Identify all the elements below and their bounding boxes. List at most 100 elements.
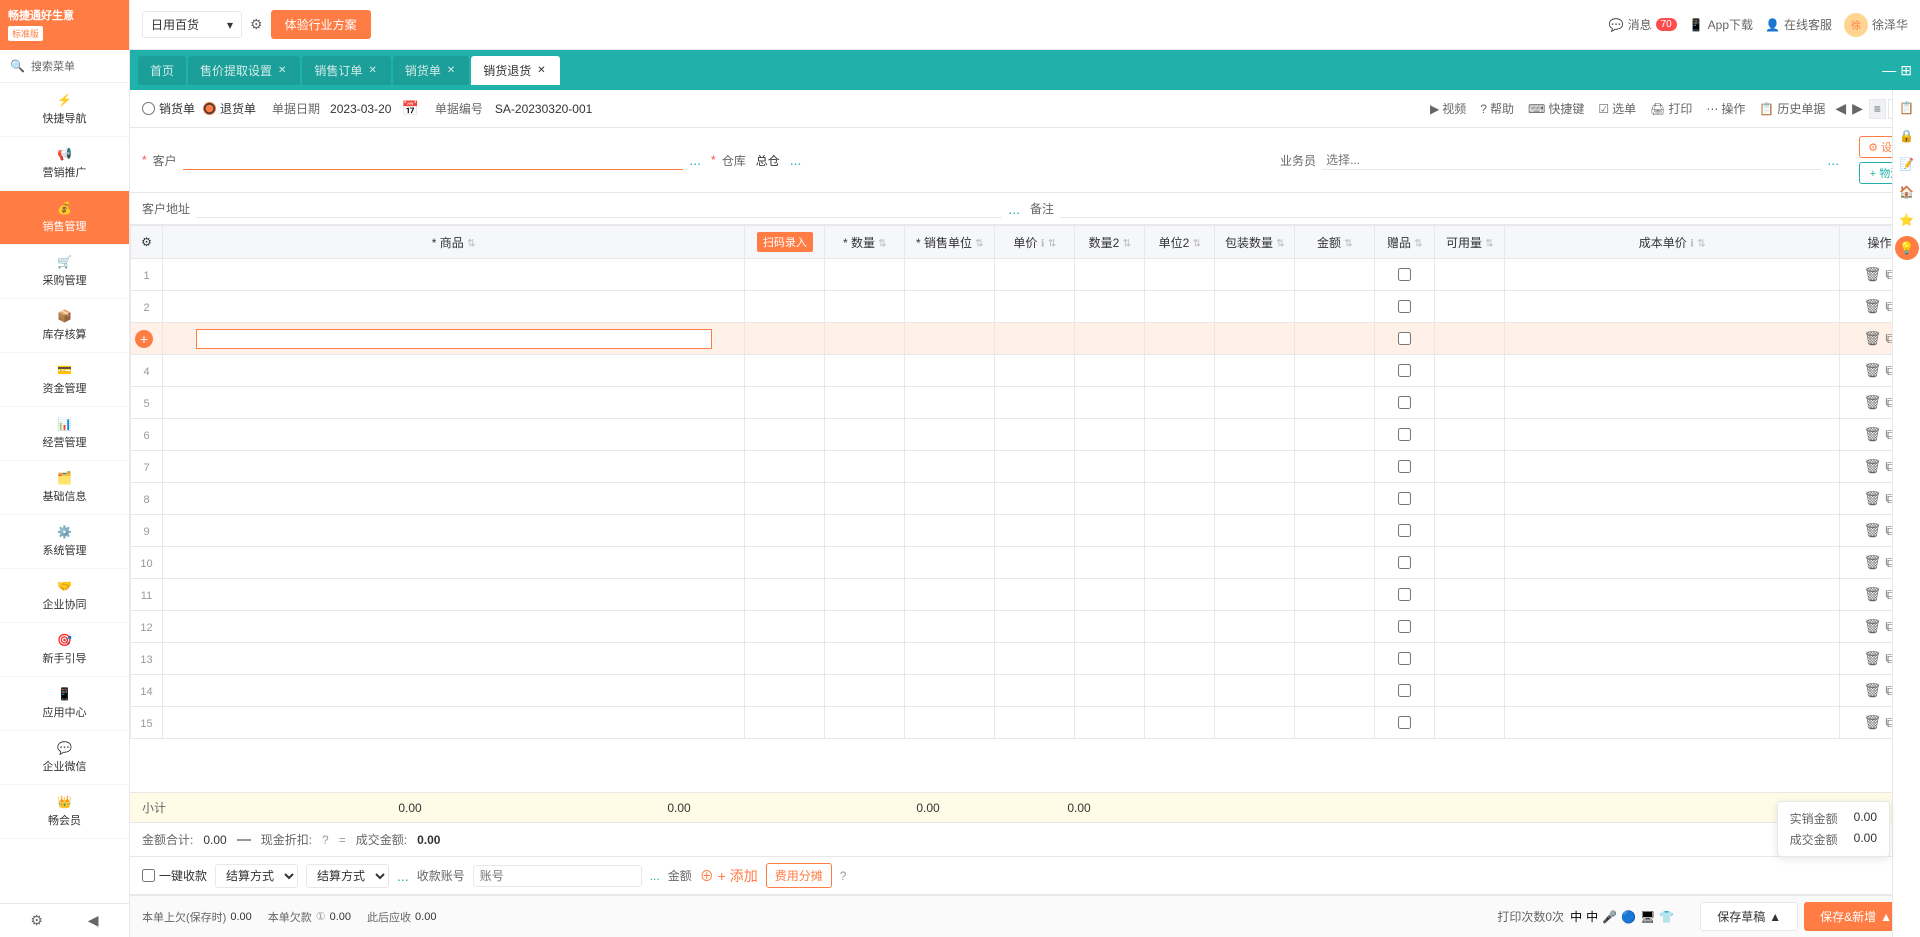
qty2-sort-icon[interactable]: ⇅: [1123, 238, 1131, 249]
taskbar-icon-3[interactable]: 🎤: [1602, 908, 1617, 925]
product-cell[interactable]: [163, 419, 745, 451]
package-qty-cell[interactable]: [1215, 387, 1295, 419]
qty2-cell[interactable]: [1075, 547, 1145, 579]
industry-select[interactable]: 日用百货 ▾: [142, 11, 242, 38]
quantity-cell[interactable]: [825, 387, 905, 419]
collapse-button[interactable]: ◀: [88, 912, 99, 929]
quantity-cell[interactable]: [825, 419, 905, 451]
product-cell[interactable]: [163, 259, 745, 291]
qty2-cell[interactable]: [1075, 259, 1145, 291]
cost-price-cell[interactable]: [1505, 707, 1840, 739]
quantity-cell[interactable]: [825, 707, 905, 739]
sales-unit-cell[interactable]: [905, 643, 995, 675]
product-cell[interactable]: [163, 387, 745, 419]
sales-unit-cell[interactable]: [905, 387, 995, 419]
gift-checkbox[interactable]: [1398, 588, 1411, 601]
taskbar-icon-6[interactable]: 👕: [1659, 908, 1674, 925]
gift-cell[interactable]: [1375, 291, 1435, 323]
product-cell[interactable]: [163, 483, 745, 515]
package-qty-cell[interactable]: [1215, 643, 1295, 675]
salesperson-dots[interactable]: ...: [1827, 152, 1839, 168]
expense-split-button[interactable]: 费用分摊: [766, 863, 832, 888]
available-cell[interactable]: [1435, 259, 1505, 291]
remark-input[interactable]: [1060, 199, 1908, 218]
package-qty-cell[interactable]: [1215, 323, 1295, 355]
taskbar-icon-1[interactable]: 中: [1570, 908, 1582, 925]
tab-sales-delivery-close[interactable]: ✕: [445, 65, 457, 76]
one-click-payment-checkbox[interactable]: 一键收款: [142, 867, 207, 884]
video-button[interactable]: ▶ 视频: [1426, 98, 1470, 119]
available-cell[interactable]: [1435, 323, 1505, 355]
tab-price-settings-close[interactable]: ✕: [276, 65, 288, 76]
unit2-cell[interactable]: [1145, 547, 1215, 579]
amount-cell[interactable]: [1295, 675, 1375, 707]
radio-sales-doc[interactable]: 销货单: [142, 100, 195, 117]
sales-unit-cell[interactable]: [905, 291, 995, 323]
sales-unit-cell[interactable]: [905, 675, 995, 707]
address-dots[interactable]: ...: [1008, 201, 1020, 217]
delete-row-button[interactable]: 🗑: [1864, 650, 1882, 667]
package-qty-cell[interactable]: [1215, 611, 1295, 643]
unit2-cell[interactable]: [1145, 259, 1215, 291]
sales-unit-cell[interactable]: [905, 259, 995, 291]
available-cell[interactable]: [1435, 547, 1505, 579]
amount-cell[interactable]: [1295, 611, 1375, 643]
cost-price-cell[interactable]: [1505, 291, 1840, 323]
package-qty-cell[interactable]: [1215, 355, 1295, 387]
product-sort-icon[interactable]: ⇅: [467, 238, 475, 249]
quantity-cell[interactable]: [825, 579, 905, 611]
sales-unit-cell[interactable]: [905, 707, 995, 739]
unit-price-cell[interactable]: [995, 643, 1075, 675]
customer-dots[interactable]: ...: [689, 152, 701, 168]
gift-cell[interactable]: [1375, 259, 1435, 291]
gift-checkbox[interactable]: [1398, 492, 1411, 505]
package-qty-cell[interactable]: [1215, 579, 1295, 611]
taskbar-icon-2[interactable]: 中: [1586, 908, 1598, 925]
tab-sales-order-close[interactable]: ✕: [366, 65, 378, 76]
radio-return-input[interactable]: [203, 102, 216, 115]
warehouse-dots[interactable]: ...: [790, 152, 802, 168]
product-cell[interactable]: [163, 611, 745, 643]
save-draft-button[interactable]: 保存草稿 ▲: [1700, 902, 1798, 931]
add-payment-button[interactable]: ⊕ + 添加: [700, 866, 758, 886]
unit-price-sort-icon[interactable]: ⇅: [1048, 238, 1056, 249]
package-qty-cell[interactable]: [1215, 483, 1295, 515]
gift-cell[interactable]: [1375, 579, 1435, 611]
sidebar-item-inventory[interactable]: 📦 库存核算: [0, 299, 129, 353]
package-qty-cell[interactable]: [1215, 707, 1295, 739]
product-cell[interactable]: [163, 323, 745, 355]
qty2-cell[interactable]: [1075, 707, 1145, 739]
amount-cell[interactable]: [1295, 355, 1375, 387]
cost-price-cell[interactable]: [1505, 323, 1840, 355]
sidebar-item-system[interactable]: ⚙️ 系统管理: [0, 515, 129, 569]
available-cell[interactable]: [1435, 355, 1505, 387]
available-cell[interactable]: [1435, 483, 1505, 515]
gift-checkbox[interactable]: [1398, 428, 1411, 441]
unit-price-cell[interactable]: [995, 387, 1075, 419]
gift-checkbox[interactable]: [1398, 268, 1411, 281]
amount-cell[interactable]: [1295, 515, 1375, 547]
amount-cell[interactable]: [1295, 291, 1375, 323]
amount-cell[interactable]: [1295, 707, 1375, 739]
amount-cell[interactable]: [1295, 483, 1375, 515]
payment-dots[interactable]: ...: [397, 868, 409, 884]
discount-help-icon[interactable]: ?: [322, 833, 329, 847]
sidebar-item-wechat[interactable]: 💬 企业微信: [0, 731, 129, 785]
cost-price-cell[interactable]: [1505, 611, 1840, 643]
sidebar-item-basics[interactable]: 🗂️ 基础信息: [0, 461, 129, 515]
available-cell[interactable]: [1435, 387, 1505, 419]
quantity-cell[interactable]: [825, 547, 905, 579]
product-cell[interactable]: [163, 547, 745, 579]
amount-cell[interactable]: [1295, 643, 1375, 675]
customer-input[interactable]: [183, 151, 684, 170]
unit2-cell[interactable]: [1145, 451, 1215, 483]
product-input[interactable]: [196, 329, 712, 349]
quantity-cell[interactable]: [825, 291, 905, 323]
delete-row-button[interactable]: 🗑: [1864, 330, 1882, 347]
qty2-cell[interactable]: [1075, 355, 1145, 387]
sidebar-item-member[interactable]: 👑 畅会员: [0, 785, 129, 839]
amount-cell[interactable]: [1295, 547, 1375, 579]
account-dots[interactable]: ...: [650, 869, 660, 883]
delete-row-button[interactable]: 🗑: [1864, 554, 1882, 571]
maximize-window-button[interactable]: ⊞: [1900, 62, 1912, 79]
